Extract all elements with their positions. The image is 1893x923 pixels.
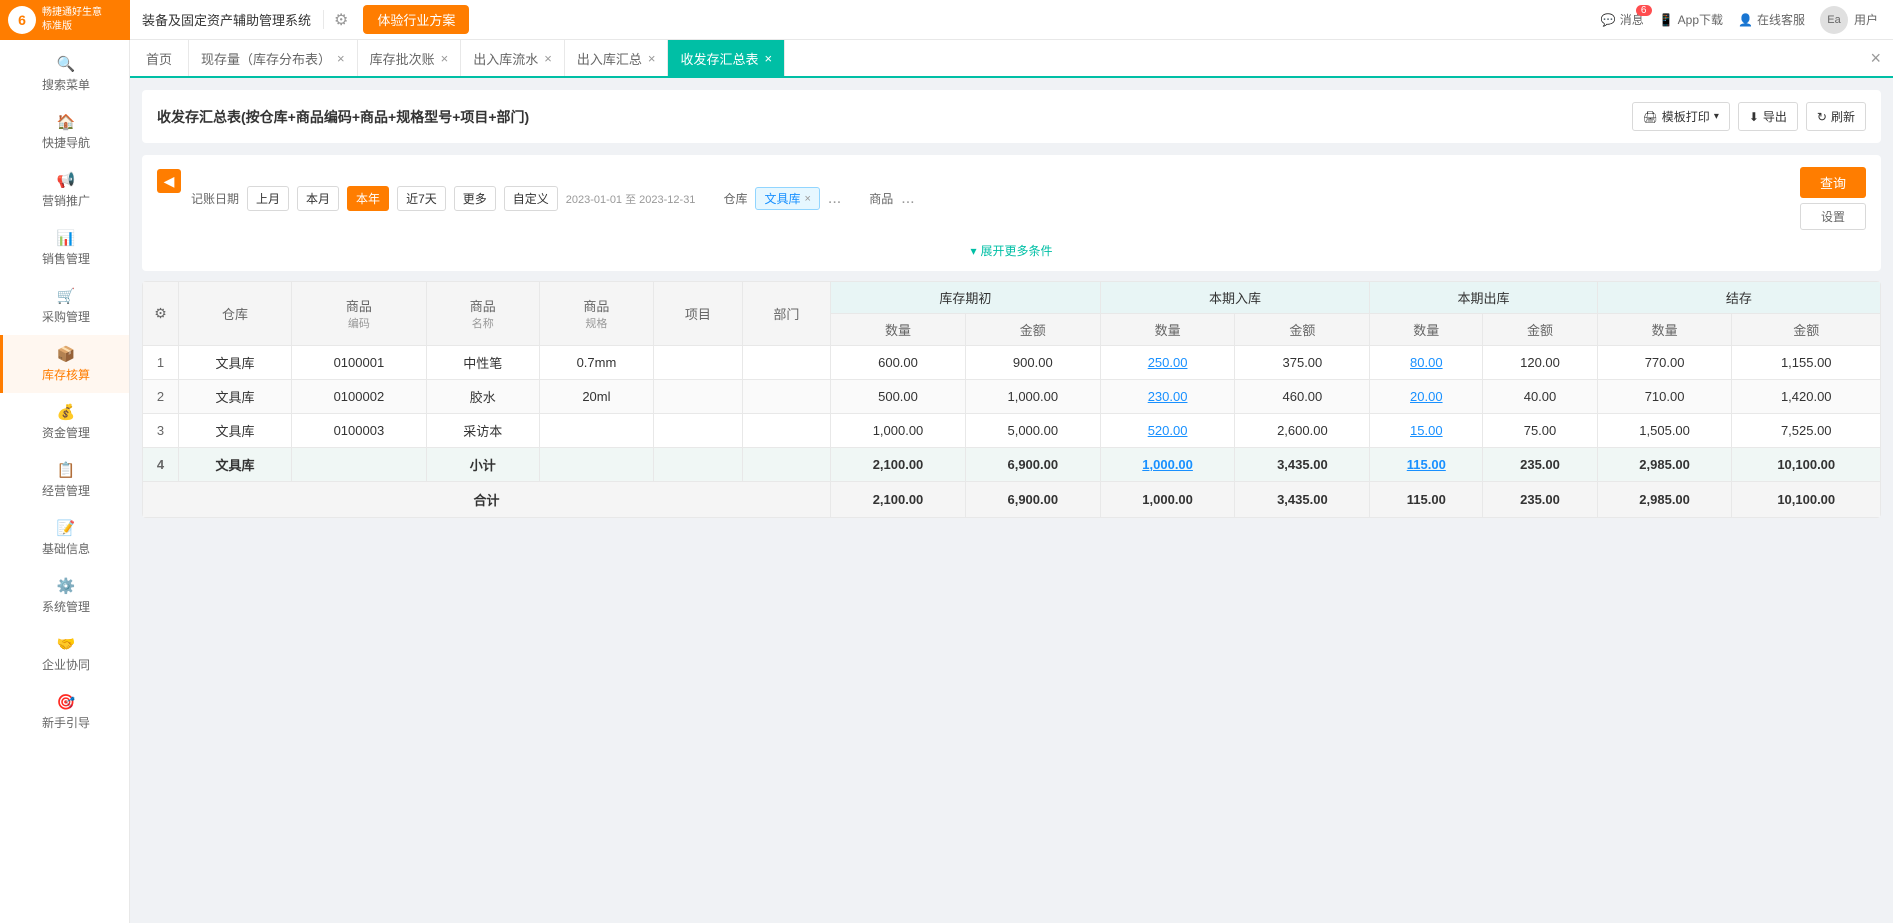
tab-bar: 首页 现存量（库存分布表） × 库存批次账 × 出入库流水 × 出入库汇总 × …	[130, 40, 1893, 78]
system-title: 装备及固定资产辅助管理系统	[130, 10, 324, 29]
setting-filter-btn[interactable]: 设置	[1800, 203, 1866, 230]
settings-gear-icon[interactable]: ⚙	[324, 10, 358, 30]
sidebar-item-finance[interactable]: 💰 资金管理	[0, 393, 129, 451]
sidebar: 🔍 搜索菜单 🏠 快捷导航 📢 营销推广 📊 销售管理 🛒 采购管理 📦 库存核…	[0, 40, 130, 923]
sidebar-item-newbie[interactable]: 🎯 新手引导	[0, 683, 129, 741]
messages-btn[interactable]: 💬 消息 6	[1601, 11, 1644, 28]
warehouse-tag-close[interactable]: ×	[804, 193, 810, 205]
sales-icon: 📊	[57, 229, 76, 247]
enterprise-icon: 🤝	[57, 635, 76, 653]
logo-text: 畅捷通好生意 标准版	[42, 6, 102, 34]
sidebar-item-inventory[interactable]: 📦 库存核算	[0, 335, 129, 393]
inventory-icon: 📦	[57, 345, 76, 363]
tab-recv-send[interactable]: 收发存汇总表 ×	[668, 40, 785, 77]
printer-icon: 🖨	[1643, 110, 1658, 124]
goods-dots[interactable]: ...	[901, 190, 914, 208]
tab-close-flow[interactable]: ×	[544, 52, 552, 65]
page-title: 收发存汇总表(按仓库+商品编码+商品+规格型号+项目+部门)	[157, 107, 1632, 127]
table-row: 1文具库0100001中性笔0.7mm600.00900.00250.00375…	[143, 346, 1881, 380]
table-container: ⚙ 仓库 商品编码 商品名称 商品规格 项目 部门 库存期初 本期入库 本期出库…	[142, 281, 1881, 518]
tab-bar-close-btn[interactable]: ×	[1858, 48, 1893, 69]
trial-btn[interactable]: 体验行业方案	[363, 5, 469, 34]
export-btn[interactable]: ⬇ 导出	[1738, 102, 1798, 131]
tab-home[interactable]: 首页	[130, 40, 189, 77]
goods-filter-label: 商品	[869, 190, 893, 207]
user-avatar: Ea	[1820, 6, 1848, 34]
tab-close-inventory-dist[interactable]: ×	[337, 52, 345, 65]
table-settings-icon[interactable]: ⚙	[154, 305, 167, 321]
query-btn[interactable]: 查询	[1800, 167, 1866, 198]
date-btn-custom[interactable]: 自定义	[504, 186, 558, 211]
tab-close-batch[interactable]: ×	[441, 52, 449, 65]
sidebar-item-quick-nav[interactable]: 🏠 快捷导航	[0, 103, 129, 161]
newbie-icon: 🎯	[57, 693, 76, 711]
refresh-btn[interactable]: ↻ 刷新	[1806, 102, 1866, 131]
date-btn-more[interactable]: 更多	[454, 186, 496, 211]
phone-icon: 📱	[1659, 13, 1674, 27]
sidebar-item-basic[interactable]: 📝 基础信息	[0, 509, 129, 567]
logo-circle: 6	[8, 6, 36, 34]
filter-collapse-btn[interactable]: ◀	[157, 169, 181, 193]
message-badge: 6	[1636, 5, 1652, 16]
sidebar-item-system[interactable]: ⚙️ 系统管理	[0, 567, 129, 625]
finance-icon: 💰	[57, 403, 76, 421]
app-download-btn[interactable]: 📱 App下载	[1659, 11, 1723, 28]
user-area[interactable]: Ea 用户	[1820, 6, 1878, 34]
chevron-down-icon2: ▾	[970, 244, 976, 258]
warehouse-tag[interactable]: 文具库 ×	[755, 187, 819, 210]
search-icon: 🔍	[57, 55, 76, 73]
user-label: 用户	[1854, 11, 1878, 28]
date-btn-this-year[interactable]: 本年	[347, 186, 389, 211]
page-area: 收发存汇总表(按仓库+商品编码+商品+规格型号+项目+部门) 🖨 模板打印 ▾ …	[130, 78, 1893, 923]
home-icon: 🏠	[57, 113, 76, 131]
tab-flow[interactable]: 出入库流水 ×	[461, 40, 565, 77]
message-icon: 💬	[1601, 13, 1616, 27]
logo-area: 6 畅捷通好生意 标准版	[0, 0, 130, 40]
date-btn-this-month[interactable]: 本月	[297, 186, 339, 211]
operations-icon: 📋	[57, 461, 76, 479]
sidebar-item-operations[interactable]: 📋 经营管理	[0, 451, 129, 509]
export-icon: ⬇	[1749, 110, 1759, 124]
chevron-down-icon: ▾	[1714, 111, 1719, 122]
system-icon: ⚙️	[57, 577, 76, 595]
tab-batch[interactable]: 库存批次账 ×	[358, 40, 462, 77]
print-btn[interactable]: 🖨 模板打印 ▾	[1632, 102, 1730, 131]
tab-summary[interactable]: 出入库汇总 ×	[565, 40, 669, 77]
basic-icon: 📝	[57, 519, 76, 537]
table-row: 4文具库小计2,100.006,900.001,000.003,435.0011…	[143, 448, 1881, 482]
refresh-icon: ↻	[1817, 110, 1827, 124]
date-btn-last-month[interactable]: 上月	[247, 186, 289, 211]
sidebar-item-search[interactable]: 🔍 搜索菜单	[0, 45, 129, 103]
expand-more-btn[interactable]: ▾ 展开更多条件	[970, 242, 1052, 259]
sidebar-item-marketing[interactable]: 📢 营销推广	[0, 161, 129, 219]
table-footer-row: 合计 2,100.00 6,900.00 1,000.00 3,435.00 1…	[143, 482, 1881, 518]
sidebar-item-sales[interactable]: 📊 销售管理	[0, 219, 129, 277]
warehouse-filter-label: 仓库	[723, 190, 747, 207]
service-icon: 👤	[1738, 13, 1753, 27]
tab-close-summary[interactable]: ×	[648, 52, 656, 65]
sidebar-item-enterprise[interactable]: 🤝 企业协同	[0, 625, 129, 683]
warehouse-dots[interactable]: ...	[828, 190, 841, 208]
filter-area: ◀ 记账日期 上月 本月 本年 近7天 更多 自定义 2023-01-01 至	[142, 155, 1881, 271]
tab-close-recv-send[interactable]: ×	[764, 52, 772, 65]
date-label: 记账日期	[191, 190, 239, 207]
table-row: 3文具库0100003采访本1,000.005,000.00520.002,60…	[143, 414, 1881, 448]
purchase-icon: 🛒	[57, 287, 76, 305]
date-range-display: 2023-01-01 至 2023-12-31	[566, 191, 696, 207]
main-content: 首页 现存量（库存分布表） × 库存批次账 × 出入库流水 × 出入库汇总 × …	[130, 40, 1893, 923]
sidebar-item-purchase[interactable]: 🛒 采购管理	[0, 277, 129, 335]
tab-inventory-dist[interactable]: 现存量（库存分布表） ×	[189, 40, 358, 77]
table-row: 2文具库0100002胶水20ml500.001,000.00230.00460…	[143, 380, 1881, 414]
date-btn-7days[interactable]: 近7天	[397, 186, 446, 211]
marketing-icon: 📢	[57, 171, 76, 189]
online-service-btn[interactable]: 👤 在线客服	[1738, 11, 1805, 28]
